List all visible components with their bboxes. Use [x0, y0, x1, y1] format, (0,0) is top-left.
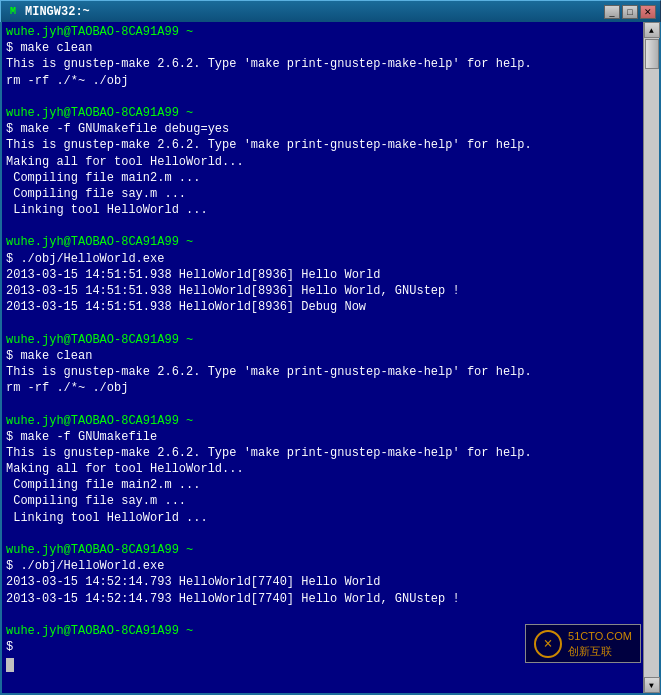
- terminal-line: $ make clean: [6, 348, 639, 364]
- terminal-line: wuhe.jyh@TAOBAO-8CA91A99 ~: [6, 24, 639, 40]
- terminal-line: This is gnustep-make 2.6.2. Type 'make p…: [6, 364, 639, 380]
- terminal-line: Making all for tool HelloWorld...: [6, 154, 639, 170]
- minimize-button[interactable]: _: [604, 5, 620, 19]
- terminal-line: $ make -f GNUmakefile debug=yes: [6, 121, 639, 137]
- terminal-line: [6, 89, 639, 105]
- terminal-line: wuhe.jyh@TAOBAO-8CA91A99 ~: [6, 542, 639, 558]
- watermark: × 51CTO.COM 创新互联: [525, 624, 641, 663]
- terminal-line: wuhe.jyh@TAOBAO-8CA91A99 ~: [6, 234, 639, 250]
- terminal-line: wuhe.jyh@TAOBAO-8CA91A99 ~: [6, 332, 639, 348]
- scroll-thumb[interactable]: [645, 39, 659, 69]
- terminal-line: wuhe.jyh@TAOBAO-8CA91A99 ~: [6, 413, 639, 429]
- window-controls: _ □ ✕: [604, 5, 656, 19]
- terminal-line: $ ./obj/HelloWorld.exe: [6, 251, 639, 267]
- maximize-button[interactable]: □: [622, 5, 638, 19]
- title-bar: M MINGW32:~ _ □ ✕: [0, 0, 661, 22]
- scroll-track: [644, 38, 659, 677]
- scrollbar[interactable]: ▲ ▼: [643, 22, 659, 693]
- terminal-line: Linking tool HelloWorld ...: [6, 510, 639, 526]
- terminal-line: [6, 218, 639, 234]
- terminal-line: [6, 607, 639, 623]
- terminal-line: Compiling file main2.m ...: [6, 477, 639, 493]
- terminal-line: 2013-03-15 14:51:51.938 HelloWorld[8936]…: [6, 267, 639, 283]
- terminal-line: [6, 526, 639, 542]
- scroll-up-button[interactable]: ▲: [644, 22, 660, 38]
- terminal-line: $ make -f GNUmakefile: [6, 429, 639, 445]
- terminal-line: [6, 315, 639, 331]
- close-button[interactable]: ✕: [640, 5, 656, 19]
- watermark-text: 51CTO.COM 创新互联: [568, 629, 632, 658]
- terminal-line: 2013-03-15 14:52:14.793 HelloWorld[7740]…: [6, 591, 639, 607]
- watermark-icon: ×: [534, 630, 562, 658]
- terminal-line: wuhe.jyh@TAOBAO-8CA91A99 ~: [6, 105, 639, 121]
- window-title: MINGW32:~: [25, 5, 604, 19]
- terminal-line: rm -rf ./*~ ./obj: [6, 380, 639, 396]
- terminal-line: 2013-03-15 14:51:51.938 HelloWorld[8936]…: [6, 299, 639, 315]
- terminal-line: [6, 396, 639, 412]
- terminal-line: This is gnustep-make 2.6.2. Type 'make p…: [6, 137, 639, 153]
- terminal-line: Linking tool HelloWorld ...: [6, 202, 639, 218]
- terminal-line: rm -rf ./*~ ./obj: [6, 73, 639, 89]
- terminal-line: Making all for tool HelloWorld...: [6, 461, 639, 477]
- terminal-line: $ make clean: [6, 40, 639, 56]
- app-icon: M: [5, 4, 21, 20]
- terminal-line: Compiling file main2.m ...: [6, 170, 639, 186]
- terminal-line: Compiling file say.m ...: [6, 493, 639, 509]
- scroll-down-button[interactable]: ▼: [644, 677, 660, 693]
- terminal-line: $ ./obj/HelloWorld.exe: [6, 558, 639, 574]
- terminal-line: This is gnustep-make 2.6.2. Type 'make p…: [6, 56, 639, 72]
- terminal-line: 2013-03-15 14:52:14.793 HelloWorld[7740]…: [6, 574, 639, 590]
- terminal-area[interactable]: wuhe.jyh@TAOBAO-8CA91A99 ~$ make cleanTh…: [2, 22, 643, 693]
- terminal-line: Compiling file say.m ...: [6, 186, 639, 202]
- terminal-line: 2013-03-15 14:51:51.938 HelloWorld[8936]…: [6, 283, 639, 299]
- terminal-line: This is gnustep-make 2.6.2. Type 'make p…: [6, 445, 639, 461]
- window-body: wuhe.jyh@TAOBAO-8CA91A99 ~$ make cleanTh…: [0, 22, 661, 695]
